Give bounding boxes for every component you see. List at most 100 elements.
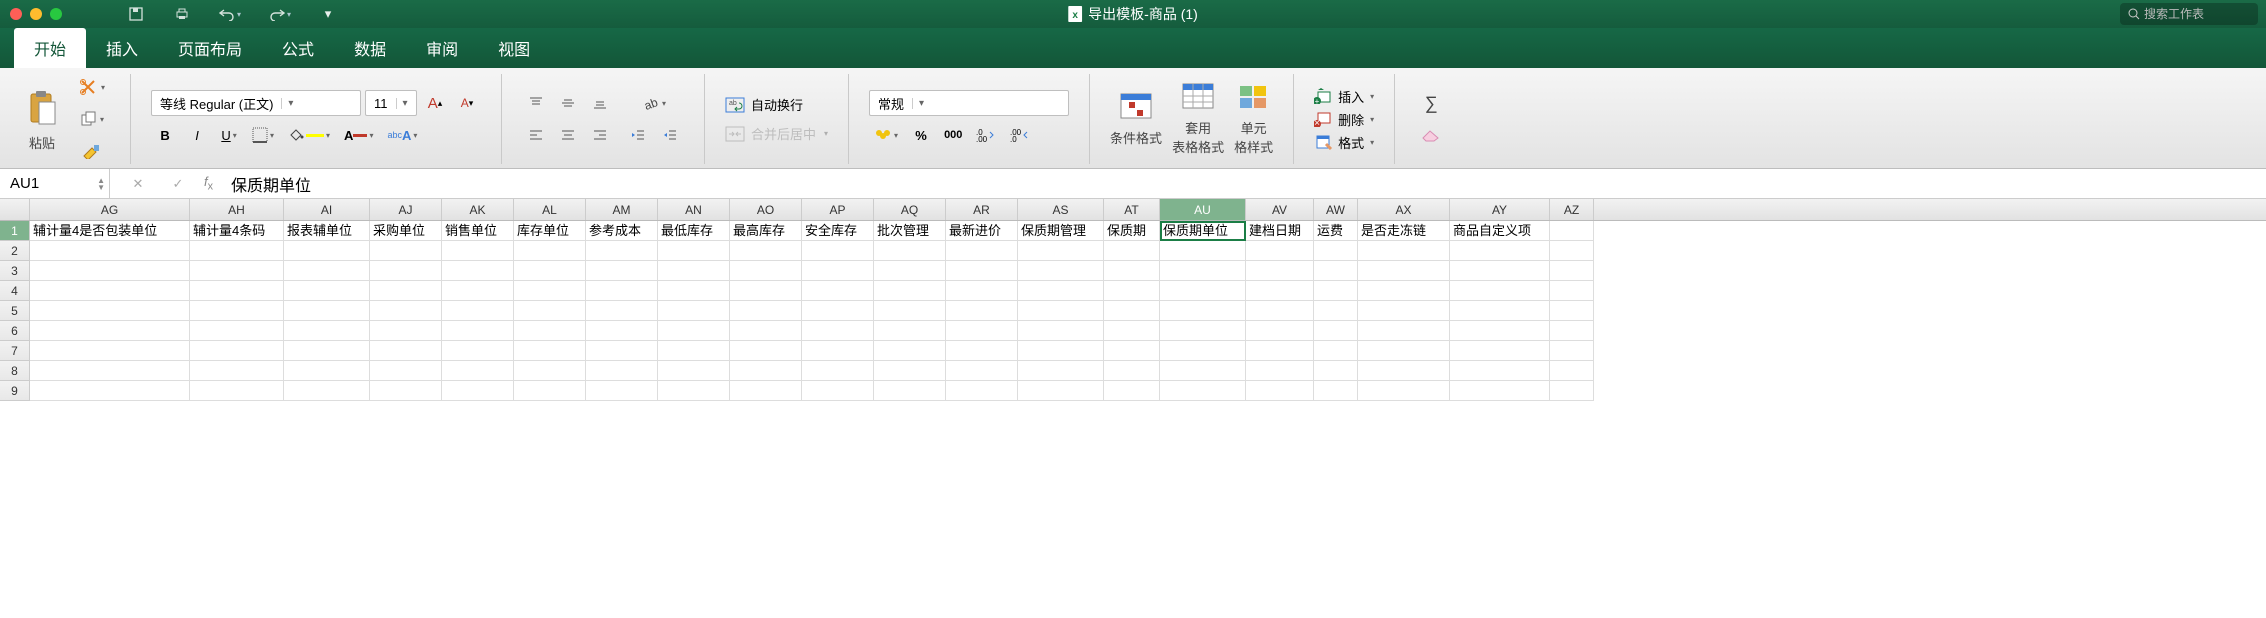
qat-customize[interactable]: ▾ (314, 1, 342, 27)
cell-AT8[interactable] (1104, 361, 1160, 381)
cell-AM3[interactable] (586, 261, 658, 281)
cell-AU1[interactable]: 保质期单位 (1160, 221, 1246, 241)
align-bottom-button[interactable] (586, 90, 614, 116)
cell-AZ4[interactable] (1550, 281, 1594, 301)
cell-AT9[interactable] (1104, 381, 1160, 401)
cell-AS3[interactable] (1018, 261, 1104, 281)
tab-数据[interactable]: 数据 (334, 28, 406, 68)
cell-AH5[interactable] (190, 301, 284, 321)
paste-button[interactable] (20, 87, 64, 129)
cell-AT1[interactable]: 保质期 (1104, 221, 1160, 241)
merge-center-button[interactable]: 合并后居中▾ (725, 124, 828, 143)
select-all-corner[interactable] (0, 199, 30, 220)
font-color-button[interactable]: A▾ (339, 122, 378, 148)
cell-AW1[interactable]: 运费 (1314, 221, 1358, 241)
shrink-font-button[interactable]: A▾ (453, 90, 481, 116)
row-header-3[interactable]: 3 (0, 261, 30, 281)
cell-AT3[interactable] (1104, 261, 1160, 281)
cell-AR2[interactable] (946, 241, 1018, 261)
cell-AH1[interactable]: 辅计量4条码 (190, 221, 284, 241)
cell-AH4[interactable] (190, 281, 284, 301)
zoom-window[interactable] (50, 8, 62, 20)
cell-AJ8[interactable] (370, 361, 442, 381)
cell-AH9[interactable] (190, 381, 284, 401)
column-header-AL[interactable]: AL (514, 199, 586, 220)
row-header-2[interactable]: 2 (0, 241, 30, 261)
cell-AV6[interactable] (1246, 321, 1314, 341)
cell-AV5[interactable] (1246, 301, 1314, 321)
cell-AX7[interactable] (1358, 341, 1450, 361)
column-header-AW[interactable]: AW (1314, 199, 1358, 220)
cell-AO8[interactable] (730, 361, 802, 381)
cell-AQ7[interactable] (874, 341, 946, 361)
cell-AT2[interactable] (1104, 241, 1160, 261)
cell-AK9[interactable] (442, 381, 514, 401)
cell-AM5[interactable] (586, 301, 658, 321)
cell-AW7[interactable] (1314, 341, 1358, 361)
cell-AT5[interactable] (1104, 301, 1160, 321)
column-header-AK[interactable]: AK (442, 199, 514, 220)
cell-AS2[interactable] (1018, 241, 1104, 261)
cell-AW3[interactable] (1314, 261, 1358, 281)
cell-AH3[interactable] (190, 261, 284, 281)
cell-AY1[interactable]: 商品自定义项 (1450, 221, 1550, 241)
column-header-AV[interactable]: AV (1246, 199, 1314, 220)
cell-AG2[interactable] (30, 241, 190, 261)
cell-AU9[interactable] (1160, 381, 1246, 401)
cell-AO4[interactable] (730, 281, 802, 301)
cell-AS5[interactable] (1018, 301, 1104, 321)
cell-AK1[interactable]: 销售单位 (442, 221, 514, 241)
cell-AY8[interactable] (1450, 361, 1550, 381)
cell-AU4[interactable] (1160, 281, 1246, 301)
cell-AY6[interactable] (1450, 321, 1550, 341)
cell-AN8[interactable] (658, 361, 730, 381)
cell-AH7[interactable] (190, 341, 284, 361)
cell-AX2[interactable] (1358, 241, 1450, 261)
cell-AN4[interactable] (658, 281, 730, 301)
cell-AG7[interactable] (30, 341, 190, 361)
cell-AP7[interactable] (802, 341, 874, 361)
cell-AN3[interactable] (658, 261, 730, 281)
cell-AK4[interactable] (442, 281, 514, 301)
accounting-button[interactable]: ▾ (869, 122, 903, 148)
cell-AN5[interactable] (658, 301, 730, 321)
cell-AK7[interactable] (442, 341, 514, 361)
cell-AJ4[interactable] (370, 281, 442, 301)
cell-AO1[interactable]: 最高库存 (730, 221, 802, 241)
cell-AI2[interactable] (284, 241, 370, 261)
cell-AI3[interactable] (284, 261, 370, 281)
cell-AK6[interactable] (442, 321, 514, 341)
cell-AM6[interactable] (586, 321, 658, 341)
copy-button[interactable]: ▾ (74, 106, 110, 132)
cell-AL6[interactable] (514, 321, 586, 341)
cell-AQ1[interactable]: 批次管理 (874, 221, 946, 241)
save-icon[interactable] (122, 1, 150, 27)
cell-AO7[interactable] (730, 341, 802, 361)
increase-decimal-button[interactable]: .0.00 (971, 122, 1001, 148)
decrease-indent-button[interactable] (624, 122, 652, 148)
cell-AI8[interactable] (284, 361, 370, 381)
grow-font-button[interactable]: A▴ (421, 90, 449, 116)
column-header-AX[interactable]: AX (1358, 199, 1450, 220)
cell-AJ7[interactable] (370, 341, 442, 361)
cell-AX1[interactable]: 是否走冻链 (1358, 221, 1450, 241)
cell-AX3[interactable] (1358, 261, 1450, 281)
cell-AX5[interactable] (1358, 301, 1450, 321)
fill-color-button[interactable]: ▾ (283, 122, 335, 148)
phonetic-button[interactable]: abcA▾ (382, 122, 422, 148)
cell-AR1[interactable]: 最新进价 (946, 221, 1018, 241)
cell-AI7[interactable] (284, 341, 370, 361)
column-header-AR[interactable]: AR (946, 199, 1018, 220)
autosum-button[interactable]: ∑ (1415, 90, 1447, 116)
font-name-combo[interactable]: 等线 Regular (正文)▾ (151, 90, 361, 116)
cell-AZ2[interactable] (1550, 241, 1594, 261)
formula-input[interactable]: 保质期单位 (227, 172, 311, 196)
cell-AQ5[interactable] (874, 301, 946, 321)
cell-AZ6[interactable] (1550, 321, 1594, 341)
cell-AJ9[interactable] (370, 381, 442, 401)
column-header-AP[interactable]: AP (802, 199, 874, 220)
cell-AZ1[interactable] (1550, 221, 1594, 241)
cell-AP4[interactable] (802, 281, 874, 301)
cell-AG5[interactable] (30, 301, 190, 321)
cell-AR7[interactable] (946, 341, 1018, 361)
